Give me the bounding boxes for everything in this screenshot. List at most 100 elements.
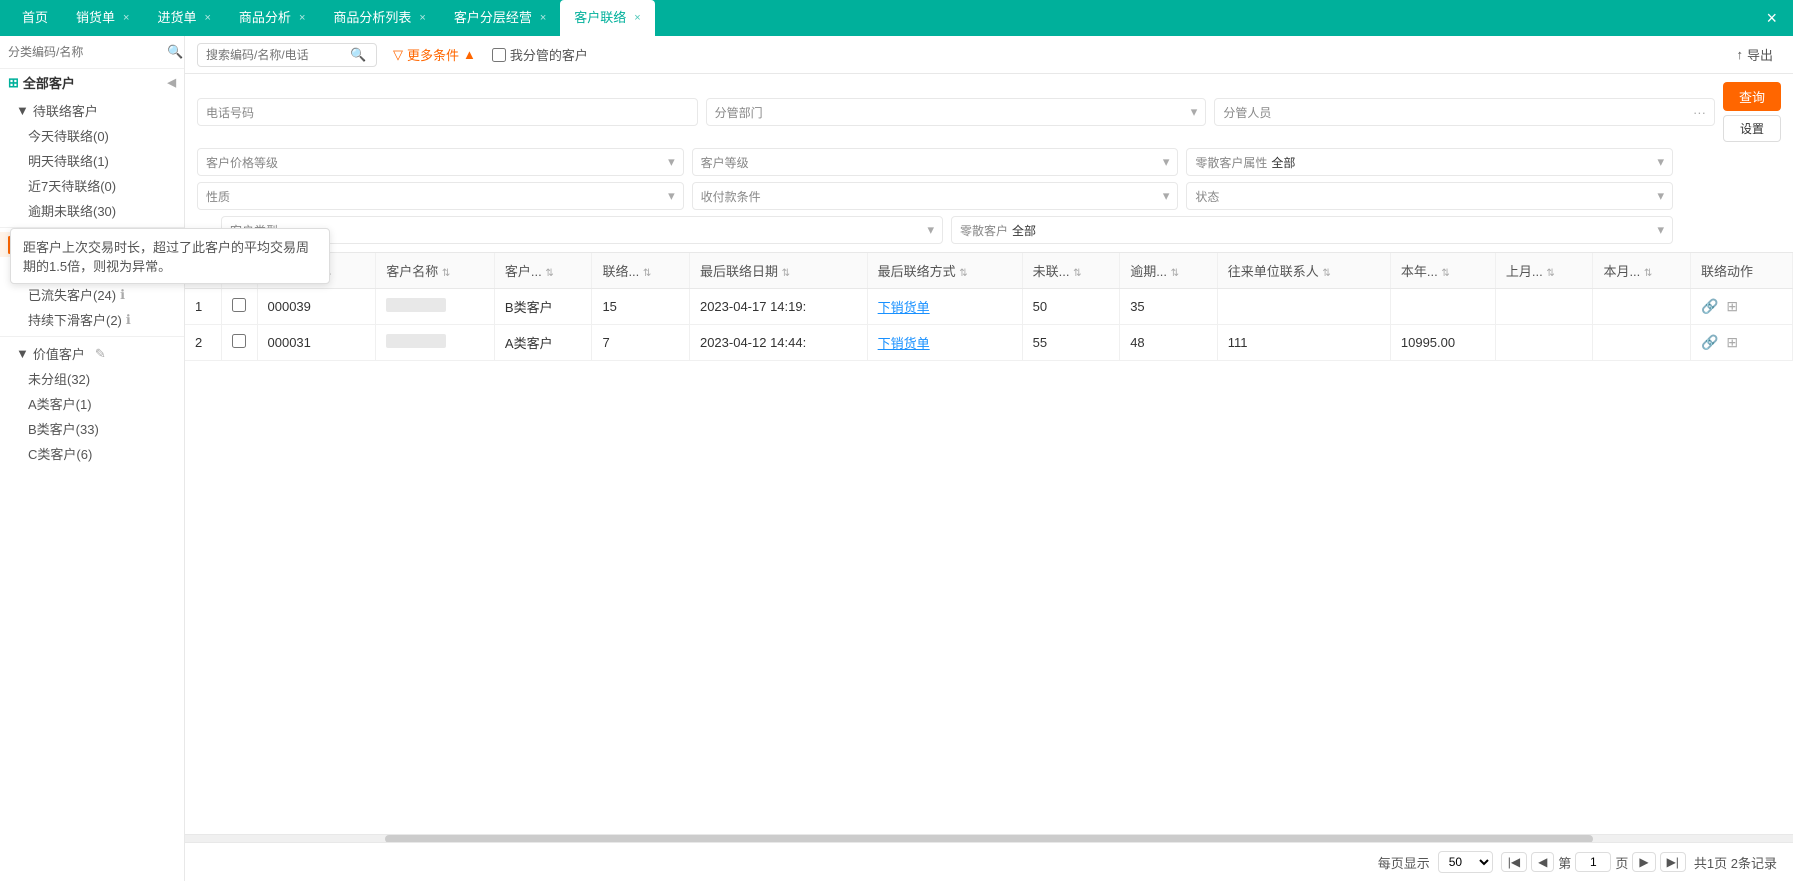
col-last-method[interactable]: 最后联络方式 ⇅ — [867, 253, 1022, 289]
main-layout: 🔍 ⊞ 全部客户 ◀ ▼ 待联络客户 今天待联络(0) 明天待联络(1) — [0, 36, 1793, 881]
nav-purchase-order[interactable]: 进货单 × — [143, 0, 224, 36]
filter-dept[interactable]: 分管部门 ▾ — [706, 98, 1207, 126]
close-customer-tier[interactable]: × — [540, 0, 546, 36]
more-filter-button[interactable]: ▽ 更多条件 ▲ — [385, 42, 484, 67]
row2-grid-icon[interactable]: ⊞ — [1726, 334, 1738, 351]
grid-icon: ⊞ — [8, 75, 19, 91]
collapse-icon[interactable]: ◀ — [168, 76, 176, 89]
chevron-down-6: ▾ — [668, 188, 675, 204]
col-uncontacted[interactable]: 未联... ⇅ — [1022, 253, 1120, 289]
row1-contact: 15 — [592, 289, 690, 325]
toolbar: 🔍 ▽ 更多条件 ▲ 我分管的客户 ↑ 导出 — [185, 36, 1793, 74]
col-this-month[interactable]: 本月... ⇅ — [1593, 253, 1691, 289]
col-contact-count[interactable]: 联络... ⇅ — [592, 253, 690, 289]
filter-phone[interactable]: 电话号码 — [197, 98, 698, 126]
sidebar-a-class[interactable]: A类客户(1) — [0, 391, 184, 416]
row1-checkbox[interactable] — [221, 289, 257, 325]
filter-row-2: 客户价格等级 ▾ 客户等级 ▾ 零散客户属性 全部 ▾ — [197, 148, 1781, 176]
my-customer-checkbox-area[interactable]: 我分管的客户 — [492, 45, 588, 64]
nav-sales-order[interactable]: 销货单 × — [62, 0, 143, 36]
col-year-amount[interactable]: 本年... ⇅ — [1390, 253, 1495, 289]
filter-retail-attr[interactable]: 零散客户属性 全部 ▾ — [1186, 148, 1673, 176]
close-purchase-order[interactable]: × — [204, 0, 210, 36]
row1-last-method[interactable]: 下销货单 — [867, 289, 1022, 325]
query-button[interactable]: 查询 — [1723, 82, 1781, 111]
filter-customer-level[interactable]: 客户等级 ▾ — [692, 148, 1179, 176]
row1-link-icon[interactable]: 🔗 — [1701, 298, 1718, 315]
sidebar-tomorrow-contact[interactable]: 明天待联络(1) — [0, 148, 184, 173]
top-navigation: 首页 销货单 × 进货单 × 商品分析 × 商品分析列表 × 客户分层经营 × … — [0, 0, 1793, 36]
category-search-input[interactable] — [8, 45, 163, 59]
next-page-button[interactable]: ▶ — [1632, 852, 1655, 872]
horizontal-scrollbar[interactable] — [185, 834, 1793, 842]
filter-status[interactable]: 状态 ▾ — [1186, 182, 1673, 210]
page-number-input[interactable] — [1575, 852, 1611, 872]
row1-uncontacted: 50 — [1022, 289, 1120, 325]
sidebar-all-customers[interactable]: ⊞ 全部客户 ◀ — [0, 69, 184, 96]
export-button[interactable]: ↑ 导出 — [1728, 42, 1781, 67]
sidebar-search-icon[interactable]: 🔍 — [167, 44, 183, 60]
sidebar-value-group-title[interactable]: ▼ 价值客户 ✎ — [0, 341, 184, 366]
col-last-date[interactable]: 最后联络日期 ⇅ — [689, 253, 867, 289]
sidebar-unclassified[interactable]: 未分组(32) — [0, 366, 184, 391]
filter-retail-customer[interactable]: 零散客户 全部 ▾ — [951, 216, 1673, 244]
page-size-select[interactable]: 50 100 200 — [1438, 851, 1493, 873]
info-icon-declining: ℹ — [126, 312, 131, 328]
row2-last-method[interactable]: 下销货单 — [867, 325, 1022, 361]
my-customer-checkbox[interactable] — [492, 48, 506, 62]
sort-date-icon: ⇅ — [782, 268, 790, 279]
last-page-button[interactable]: ▶| — [1660, 852, 1686, 872]
col-last-month[interactable]: 上月... ⇅ — [1495, 253, 1593, 289]
close-sales-order[interactable]: × — [123, 0, 129, 36]
nav-customer-contact[interactable]: 客户联络 × — [560, 0, 654, 36]
row2-select[interactable] — [232, 334, 246, 348]
filter-nature[interactable]: 性质 ▾ — [197, 182, 684, 210]
sidebar-declining[interactable]: 持续下滑客户(2) ℹ — [0, 307, 184, 332]
first-page-button[interactable]: |◀ — [1501, 852, 1527, 872]
nav-product-analysis[interactable]: 商品分析 × — [225, 0, 319, 36]
close-product-analysis[interactable]: × — [299, 0, 305, 36]
sidebar-pending-contact-title[interactable]: ▼ 待联络客户 — [0, 98, 184, 123]
nav-customer-tier[interactable]: 客户分层经营 × — [440, 0, 560, 36]
row1-name — [376, 289, 495, 325]
filter-actions: 查询 设置 — [1723, 82, 1781, 142]
customer-table: ⚙ 客户编码 ⇅ 客户名称 ⇅ — [185, 253, 1793, 361]
row1-thismonth — [1593, 289, 1691, 325]
row1-year — [1390, 289, 1495, 325]
filter-payment[interactable]: 收付款条件 ▾ — [692, 182, 1179, 210]
sidebar-c-class[interactable]: C类客户(6) — [0, 441, 184, 466]
sidebar-today-contact[interactable]: 今天待联络(0) — [0, 123, 184, 148]
row2-last-date: 2023-04-12 14:44: — [689, 325, 867, 361]
sidebar-overdue-contact[interactable]: 逾期未联络(30) — [0, 198, 184, 223]
row1-actions: 🔗 ⊞ — [1690, 289, 1792, 325]
window-close-button[interactable]: × — [1758, 8, 1785, 29]
filter-person[interactable]: 分管人员 ··· — [1214, 98, 1715, 126]
table-header-row: ⚙ 客户编码 ⇅ 客户名称 ⇅ — [185, 253, 1793, 289]
row2-thismonth — [1593, 325, 1691, 361]
search-icon[interactable]: 🔍 — [350, 47, 366, 63]
sort-contact-icon: ⇅ — [643, 268, 651, 279]
nav-product-analysis-list[interactable]: 商品分析列表 × — [319, 0, 439, 36]
tooltip-box: 距客户上次交易时长，超过了此客户的平均交易周期的1.5倍，则视为异常。 — [10, 228, 184, 284]
row2-link-icon[interactable]: 🔗 — [1701, 334, 1718, 351]
col-name[interactable]: 客户名称 ⇅ — [376, 253, 495, 289]
col-customer-type[interactable]: 客户... ⇅ — [494, 253, 592, 289]
close-customer-contact[interactable]: × — [634, 0, 640, 36]
sidebar-7day-contact[interactable]: 近7天待联络(0) — [0, 173, 184, 198]
close-product-analysis-list[interactable]: × — [419, 0, 425, 36]
col-overdue[interactable]: 逾期... ⇅ — [1120, 253, 1218, 289]
edit-icon[interactable]: ✎ — [95, 346, 106, 362]
row1-select[interactable] — [232, 298, 246, 312]
chevron-down-3: ▾ — [668, 154, 675, 170]
settings-button[interactable]: 设置 — [1723, 115, 1781, 142]
row1-grid-icon[interactable]: ⊞ — [1726, 298, 1738, 315]
table-row: 1 000039 B类客户 15 2023-04-17 14:19: 下销货单 … — [185, 289, 1793, 325]
nav-home[interactable]: 首页 — [8, 0, 62, 36]
sidebar-churned[interactable]: 已流失客户(24) ℹ — [0, 282, 184, 307]
col-unit-contact[interactable]: 往来单位联系人 ⇅ — [1217, 253, 1390, 289]
sidebar-b-class[interactable]: B类客户(33) — [0, 416, 184, 441]
search-input[interactable] — [206, 48, 346, 62]
row2-checkbox[interactable] — [221, 325, 257, 361]
prev-page-button[interactable]: ◀ — [1531, 852, 1554, 872]
filter-price-level[interactable]: 客户价格等级 ▾ — [197, 148, 684, 176]
